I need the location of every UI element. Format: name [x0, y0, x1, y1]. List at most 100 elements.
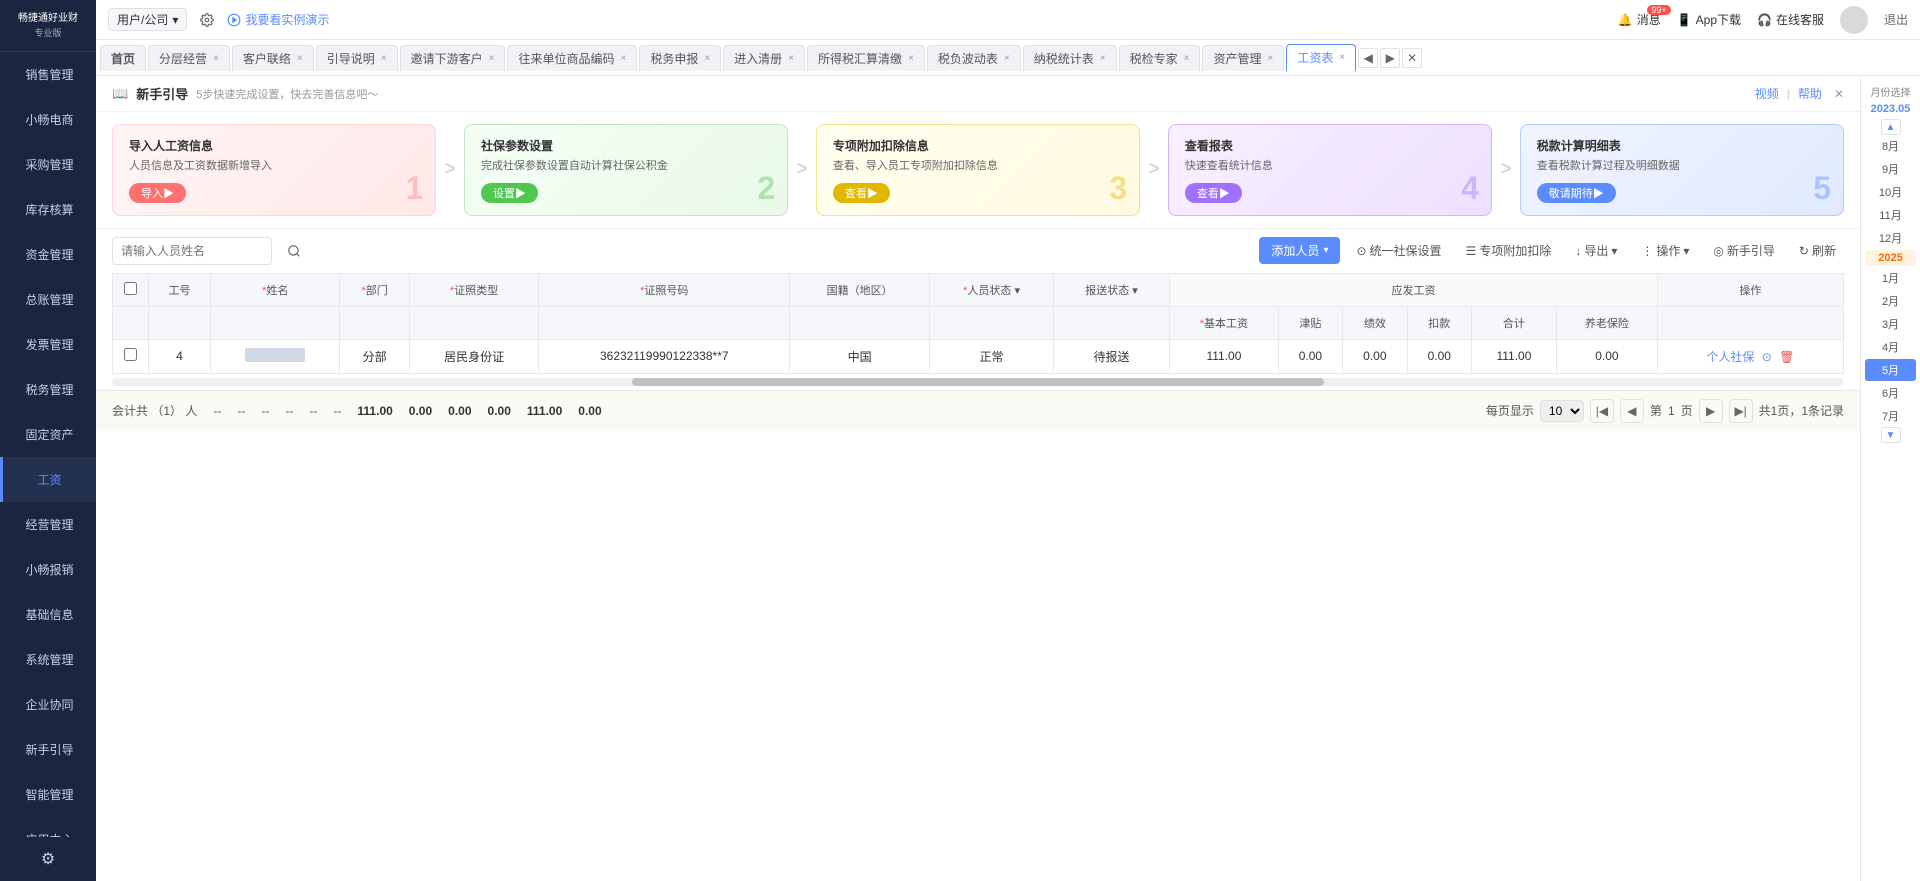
tab-close-product-code[interactable]: × — [620, 53, 626, 64]
tab-invite[interactable]: 邀请下游客户× — [400, 45, 506, 71]
tab-close-customers[interactable]: × — [297, 53, 303, 64]
tab-tax-wavd[interactable]: 税负波动表× — [927, 45, 1021, 71]
tab-prev-button[interactable]: ◀ — [1358, 48, 1378, 68]
tab-close-tax-stats[interactable]: × — [1100, 53, 1106, 64]
sidebar-item-sales[interactable]: 销售管理 — [0, 52, 96, 97]
sidebar-item-fixed-assets[interactable]: 固定资产 — [0, 412, 96, 457]
month-item-2025[interactable]: 2025 — [1865, 250, 1916, 266]
settings-gear-button[interactable] — [193, 6, 221, 34]
step-btn-4[interactable]: 查看▶ — [1185, 183, 1242, 203]
month-scroll-up-button[interactable]: ▲ — [1881, 119, 1901, 135]
sidebar-item-operations[interactable]: 经营管理 — [0, 502, 96, 547]
step-btn-2[interactable]: 设置▶ — [481, 183, 538, 203]
month-item-6[interactable]: 6月 — [1865, 382, 1916, 404]
tab-tax-report[interactable]: 税务申报× — [639, 45, 721, 71]
action-delete[interactable]: 🗑 — [1779, 350, 1794, 364]
month-item-11[interactable]: 11月 — [1865, 204, 1916, 226]
sidebar-item-system[interactable]: 系统管理 — [0, 637, 96, 682]
user-avatar[interactable] — [1840, 6, 1868, 34]
last-page-button[interactable]: ▶| — [1729, 399, 1753, 423]
search-button[interactable] — [280, 237, 308, 265]
sidebar-footer[interactable]: ⚙ — [0, 837, 96, 881]
tab-close-fen-ceng[interactable]: × — [213, 53, 219, 64]
add-person-button[interactable]: 添加人员 ▾ — [1259, 237, 1340, 264]
sidebar-item-smart[interactable]: 智能管理 — [0, 772, 96, 817]
notification-button[interactable]: 🔔 消息 99+ — [1618, 11, 1661, 28]
tab-tax-expert[interactable]: 税检专家× — [1119, 45, 1201, 71]
demo-button[interactable]: 我要看实例演示 — [227, 11, 329, 28]
new-guide-button[interactable]: ◎ 新手引导 — [1705, 238, 1783, 263]
next-page-button[interactable]: ▶ — [1699, 399, 1723, 423]
month-item-7[interactable]: 7月 — [1865, 405, 1916, 427]
tab-clear[interactable]: 进入清册× — [723, 45, 805, 71]
online-service-button[interactable]: 🎧 在线客服 — [1757, 11, 1824, 28]
select-all-checkbox[interactable] — [124, 282, 137, 295]
month-item-2[interactable]: 2月 — [1865, 290, 1916, 312]
sidebar-item-guide[interactable]: 新手引导 — [0, 727, 96, 772]
action-personal-insurance[interactable]: 个人社保 — [1706, 350, 1754, 364]
month-scroll-down-button[interactable]: ▼ — [1881, 427, 1901, 443]
guide-close-icon[interactable]: ✕ — [1834, 87, 1844, 101]
tab-close-all-button[interactable]: ✕ — [1402, 48, 1422, 68]
operation-button[interactable]: ⋮ 操作 ▾ — [1633, 238, 1697, 263]
tab-close-tax-calc[interactable]: × — [908, 53, 914, 64]
sidebar-item-ecommerce[interactable]: 小畅电商 — [0, 97, 96, 142]
step-btn-1[interactable]: 导入▶ — [129, 183, 186, 203]
tab-close-tax-report[interactable]: × — [704, 53, 710, 64]
month-item-3[interactable]: 3月 — [1865, 313, 1916, 335]
action-edit[interactable]: ⊙ — [1762, 350, 1772, 364]
tab-close-tax-wavd[interactable]: × — [1004, 53, 1010, 64]
horizontal-scrollbar[interactable] — [112, 378, 1844, 386]
sidebar-item-purchase[interactable]: 采购管理 — [0, 142, 96, 187]
month-item-8[interactable]: 8月 — [1865, 135, 1916, 157]
month-item-1[interactable]: 1月 — [1865, 267, 1916, 289]
sidebar-item-capital[interactable]: 资金管理 — [0, 232, 96, 277]
user-selector[interactable]: 用户/公司 ▾ — [108, 8, 187, 31]
tab-guide-tab[interactable]: 引导说明× — [316, 45, 398, 71]
tab-tax-calc[interactable]: 所得税汇算清缴× — [807, 45, 925, 71]
tab-close-guide-tab[interactable]: × — [381, 53, 387, 64]
tab-home[interactable]: 首页 — [100, 45, 146, 71]
tab-close-invite[interactable]: × — [489, 53, 495, 64]
month-item-10[interactable]: 10月 — [1865, 181, 1916, 203]
sidebar-item-accounting[interactable]: 总账管理 — [0, 277, 96, 322]
tab-customers[interactable]: 客户联络× — [232, 45, 314, 71]
logout-button[interactable]: 退出 — [1884, 11, 1908, 28]
tab-fen-ceng[interactable]: 分层经营× — [148, 45, 230, 71]
tab-next-button[interactable]: ▶ — [1380, 48, 1400, 68]
tab-close-clear[interactable]: × — [788, 53, 794, 64]
sidebar-item-base-info[interactable]: 基础信息 — [0, 592, 96, 637]
help-label[interactable]: 帮助 — [1798, 85, 1822, 102]
search-input[interactable] — [112, 237, 272, 265]
tab-assets-mgmt[interactable]: 资产管理× — [1202, 45, 1284, 71]
sidebar-item-cooperation[interactable]: 企业协同 — [0, 682, 96, 727]
sidebar-item-sales-report[interactable]: 小畅报销 — [0, 547, 96, 592]
month-item-12[interactable]: 12月 — [1865, 227, 1916, 249]
sidebar-item-invoice[interactable]: 发票管理 — [0, 322, 96, 367]
tab-tax-stats[interactable]: 纳税统计表× — [1023, 45, 1117, 71]
step-btn-5[interactable]: 敬请期待▶ — [1537, 183, 1616, 203]
sidebar-item-tax[interactable]: 税务管理 — [0, 367, 96, 412]
first-page-button[interactable]: |◀ — [1590, 399, 1614, 423]
sidebar-item-apps[interactable]: 应用中心 — [0, 817, 96, 837]
scrollbar-thumb[interactable] — [632, 378, 1325, 386]
refresh-button[interactable]: ↻ 刷新 — [1791, 238, 1844, 263]
export-button[interactable]: ↓ 导出 ▾ — [1567, 238, 1625, 263]
month-item-5[interactable]: 5月 — [1865, 359, 1916, 381]
step-btn-3[interactable]: 查看▶ — [833, 183, 890, 203]
page-size-select[interactable]: 10 20 50 — [1540, 400, 1584, 422]
month-item-9[interactable]: 9月 — [1865, 158, 1916, 180]
video-label[interactable]: 视频 — [1755, 85, 1779, 102]
special-deduct-button[interactable]: ☰ 专项附加扣除 — [1458, 238, 1560, 263]
sidebar-item-salary[interactable]: 工资 — [0, 457, 96, 502]
tab-close-salary-tab[interactable]: × — [1339, 52, 1345, 63]
row-checkbox[interactable] — [124, 348, 137, 361]
tab-close-tax-expert[interactable]: × — [1184, 53, 1190, 64]
unified-settings-button[interactable]: ⊙ 统一社保设置 — [1348, 238, 1449, 263]
app-download-button[interactable]: 📱 App下载 — [1677, 11, 1741, 28]
tab-product-code[interactable]: 往来单位商品编码× — [507, 45, 637, 71]
settings-icon[interactable]: ⚙ — [41, 851, 55, 868]
tab-close-assets-mgmt[interactable]: × — [1267, 53, 1273, 64]
prev-page-button[interactable]: ◀ — [1620, 399, 1644, 423]
tab-salary-tab[interactable]: 工资表× — [1286, 44, 1356, 72]
